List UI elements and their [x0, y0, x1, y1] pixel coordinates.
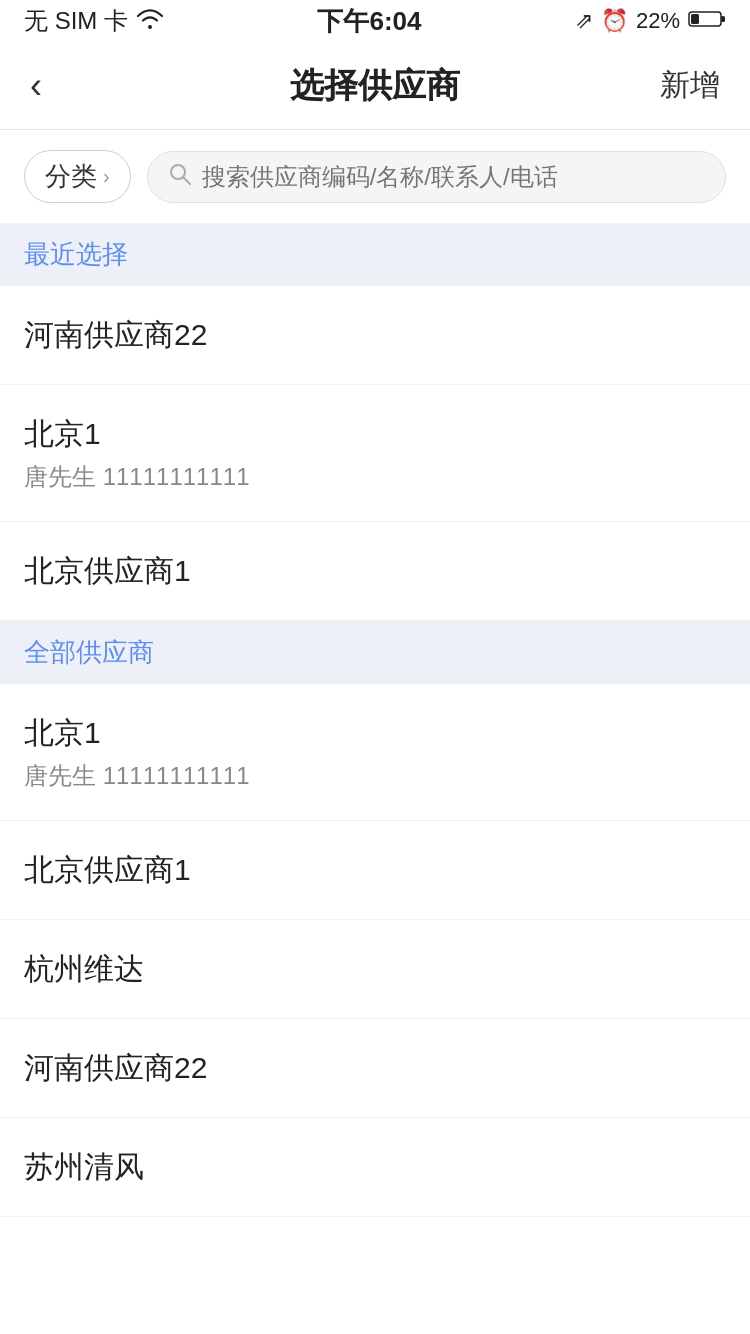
page-title: 选择供应商	[290, 63, 460, 109]
location-icon: ⇗	[575, 8, 593, 34]
list-item[interactable]: 北京供应商1	[0, 522, 750, 621]
supplier-name: 北京供应商1	[24, 550, 726, 592]
list-item[interactable]: 北京1 唐先生 11111111111	[0, 385, 750, 522]
search-input[interactable]	[202, 163, 705, 191]
list-item[interactable]: 苏州清风	[0, 1118, 750, 1217]
category-label: 分类	[45, 159, 97, 194]
list-item[interactable]: 杭州维达	[0, 920, 750, 1019]
supplier-contact: 唐先生 11111111111	[24, 461, 726, 493]
supplier-name: 河南供应商22	[24, 1047, 726, 1089]
wifi-icon	[136, 7, 164, 35]
supplier-name: 杭州维达	[24, 948, 726, 990]
status-left: 无 SIM 卡	[24, 5, 164, 37]
supplier-contact: 唐先生 11111111111	[24, 760, 726, 792]
list-item[interactable]: 北京1 唐先生 11111111111	[0, 684, 750, 821]
sim-label: 无 SIM 卡	[24, 5, 128, 37]
alarm-icon: ⏰	[601, 8, 628, 34]
supplier-name: 河南供应商22	[24, 314, 726, 356]
list-item[interactable]: 北京供应商1	[0, 821, 750, 920]
supplier-name: 北京1	[24, 413, 726, 455]
list-item[interactable]: 河南供应商22	[0, 286, 750, 385]
add-button[interactable]: 新增	[660, 65, 720, 106]
section-header-recent: 最近选择	[0, 223, 750, 286]
battery-label: 22%	[636, 8, 680, 34]
status-bar: 无 SIM 卡 下午6:04 ⇗ ⏰ 22%	[0, 0, 750, 42]
category-filter[interactable]: 分类 ›	[24, 150, 131, 203]
section-header-all: 全部供应商	[0, 621, 750, 684]
svg-rect-2	[691, 14, 699, 24]
svg-line-4	[183, 177, 190, 184]
status-right: ⇗ ⏰ 22%	[575, 7, 726, 35]
supplier-name: 北京1	[24, 712, 726, 754]
supplier-name: 苏州清风	[24, 1146, 726, 1188]
svg-rect-1	[721, 16, 725, 22]
time-display: 下午6:04	[317, 4, 421, 39]
battery-icon	[688, 7, 726, 35]
filter-bar: 分类 ›	[0, 130, 750, 223]
chevron-right-icon: ›	[103, 165, 110, 188]
supplier-name: 北京供应商1	[24, 849, 726, 891]
list-item[interactable]: 河南供应商22	[0, 1019, 750, 1118]
search-box[interactable]	[147, 151, 726, 203]
search-icon	[168, 162, 192, 192]
back-button[interactable]: ‹	[30, 65, 90, 107]
supplier-list: 最近选择河南供应商22 北京1 唐先生 11111111111 北京供应商1 全部供应商…	[0, 223, 750, 1217]
nav-bar: ‹ 选择供应商 新增	[0, 42, 750, 130]
